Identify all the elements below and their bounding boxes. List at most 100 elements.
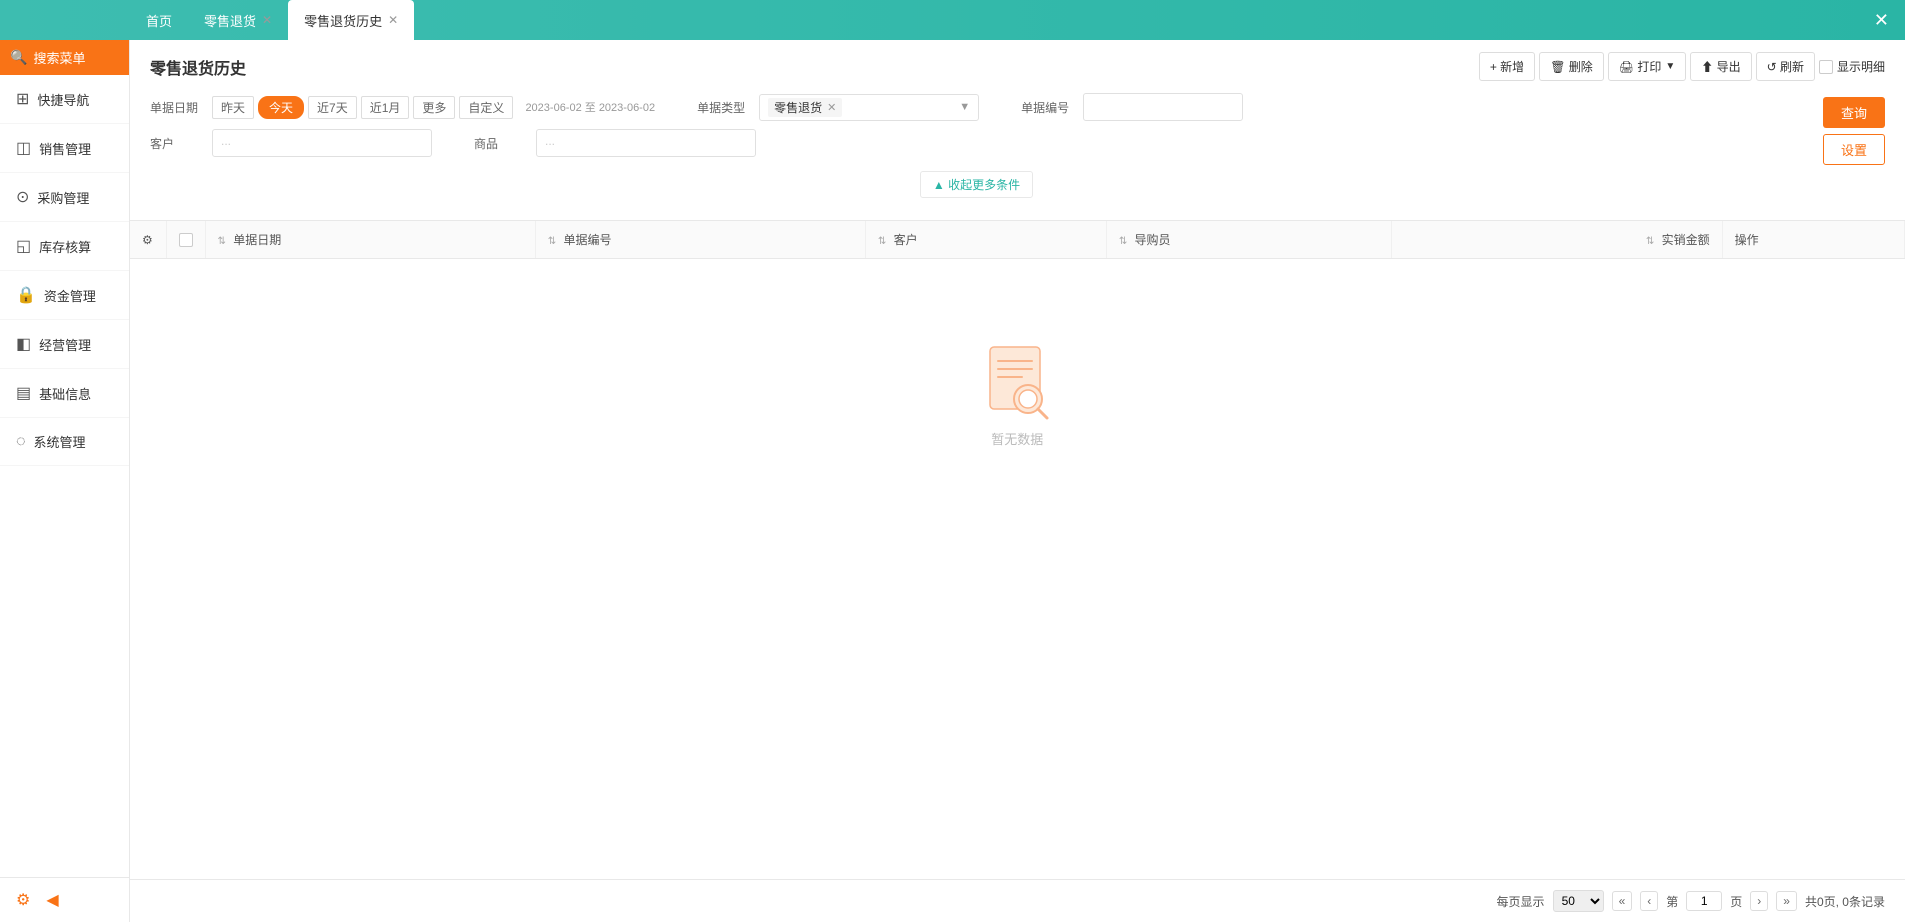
page-title: 零售退货历史 [150,55,246,79]
page-size-select[interactable]: 50 20 100 [1553,890,1604,912]
th-voucher[interactable]: ⇅ 单据编号 [535,221,865,259]
print-label: 🖨 打印 [1619,58,1662,75]
sidebar-item-sales-mgmt[interactable]: ◫ 销售管理 [0,124,129,173]
query-button[interactable]: 查询 [1823,97,1885,128]
settings-gear-icon[interactable]: ⚙ [16,890,30,910]
sidebar-item-purchase-mgmt[interactable]: ⊙ 采购管理 [0,173,129,222]
sidebar-item-label: 经营管理 [39,335,91,354]
date-7days[interactable]: 近7天 [308,96,357,119]
customer-sort-icon: ⇅ [878,236,886,247]
goods-input[interactable]: ... [536,129,756,157]
dropdown-arrow-icon: ▼ [1665,61,1675,72]
last-page-button[interactable]: » [1776,891,1797,911]
sidebar-item-inventory[interactable]: ◱ 库存核算 [0,222,129,271]
date-filters: 昨天 今天 近7天 近1月 更多 自定义 [212,96,513,119]
purchase-icon: ⊙ [16,187,29,207]
display-checkbox[interactable] [1819,60,1833,74]
filter-row-1: 单据日期 昨天 今天 近7天 近1月 更多 自定义 2023-06-02 至 2… [150,93,1803,121]
customer-input[interactable]: ... [212,129,432,157]
sidebar-bottom: ⚙ ◀ [0,877,129,922]
next-page-button[interactable]: › [1750,891,1768,911]
table-body: 暂无数据 [130,259,1905,529]
amount-sort-icon: ⇅ [1646,236,1654,247]
type-tag-remove[interactable]: ✕ [827,101,836,114]
tab-retail-return-close[interactable]: ✕ [262,13,272,27]
date-more[interactable]: 更多 [413,96,455,119]
export-button[interactable]: ⬆ 导出 [1690,52,1751,81]
th-date-label: 单据日期 [233,233,281,247]
sidebar-item-finance[interactable]: 🔒 资金管理 [0,271,129,320]
prev-page-button[interactable]: ‹ [1640,891,1658,911]
add-label: + 新增 [1490,58,1524,75]
select-all-checkbox[interactable] [179,233,193,247]
date-today[interactable]: 今天 [258,96,304,119]
collapse-button[interactable]: ▲ 收起更多条件 [920,171,1033,198]
sidebar-item-system-mgmt[interactable]: ◌ 系统管理 [0,418,129,466]
right-actions: 查询 设置 [1823,93,1885,165]
voucher-input[interactable] [1083,93,1243,121]
empty-state-cell: 暂无数据 [130,259,1905,529]
main-layout: 🔍 搜索菜单 ⊞ 快捷导航 ◫ 销售管理 ⊙ 采购管理 ◱ 库存核算 🔒 资金 [0,40,1905,922]
tab-retail-return[interactable]: 零售退货 ✕ [188,0,288,40]
add-button[interactable]: + 新增 [1479,52,1535,81]
date-custom[interactable]: 自定义 [459,96,513,119]
th-customer-label: 客户 [894,233,918,247]
first-page-button[interactable]: « [1612,891,1633,911]
search-icon: 🔍 [10,49,27,66]
th-customer[interactable]: ⇅ 客户 [865,221,1106,259]
print-button[interactable]: 🖨 打印 ▼ [1608,52,1686,81]
page-size-label: 每页显示 [1497,893,1545,910]
tab-retail-return-history-close[interactable]: ✕ [388,13,398,27]
finance-icon: 🔒 [16,285,36,305]
tab-home[interactable]: 首页 [130,0,188,40]
inventory-icon: ◱ [16,236,31,256]
tab-retail-return-history[interactable]: 零售退货历史 ✕ [288,0,414,40]
th-action-label: 操作 [1735,233,1759,247]
th-action: 操作 [1722,221,1904,259]
page-input[interactable] [1686,891,1722,911]
collapse-label: ▲ 收起更多条件 [933,176,1020,193]
sales-icon: ◫ [16,138,31,158]
table-settings-icon[interactable]: ⚙ [142,233,153,247]
sidebar-item-label: 库存核算 [39,237,91,256]
th-checkbox[interactable] [166,221,205,259]
refresh-button[interactable]: ↺ 刷新 [1756,52,1815,81]
sidebar-item-quick-nav[interactable]: ⊞ 快捷导航 [0,75,129,124]
display-toggle[interactable]: 显示明细 [1819,58,1885,75]
type-selector[interactable]: 零售退货 ✕ ▼ [759,94,979,121]
goods-label: 商品 [474,135,524,152]
date-yesterday[interactable]: 昨天 [212,96,254,119]
th-settings[interactable]: ⚙ [130,221,166,259]
type-dropdown-arrow: ▼ [959,101,970,113]
table-header-row: ⚙ ⇅ 单据日期 ⇅ 单据编号 [130,221,1905,259]
tab-retail-return-history-label: 零售退货历史 [304,11,382,30]
empty-state-icon [972,339,1062,429]
th-guide[interactable]: ⇅ 导购员 [1106,221,1392,259]
customer-label: 客户 [150,135,200,152]
setting-button[interactable]: 设置 [1823,134,1885,165]
app-close-button[interactable]: ✕ [1858,10,1905,31]
date-sort-icon: ⇅ [218,236,226,247]
sidebar-item-label: 采购管理 [37,188,89,207]
empty-text: 暂无数据 [991,429,1043,448]
voucher-label: 单据编号 [1021,99,1071,116]
goods-placeholder: ... [545,134,555,148]
toolbar: + 新增 🗑 删除 🖨 打印 ▼ ⬆ 导出 ↺ 刷新 [1479,52,1885,81]
table-container: ⚙ ⇅ 单据日期 ⇅ 单据编号 [130,221,1905,879]
th-amount[interactable]: ⇅ 实销金额 [1392,221,1722,259]
sound-icon[interactable]: ◀ [46,890,58,910]
search-menu-bar[interactable]: 🔍 搜索菜单 [0,40,129,75]
page-title-row: 零售退货历史 + 新增 🗑 删除 🖨 打印 ▼ ⬆ 导出 [150,52,1885,81]
customer-placeholder: ... [221,134,231,148]
display-label: 显示明细 [1837,58,1885,75]
sidebar-item-basic-info[interactable]: ▤ 基础信息 [0,369,129,418]
page-label: 第 [1666,893,1678,910]
th-date[interactable]: ⇅ 单据日期 [205,221,535,259]
sidebar-item-operations[interactable]: ◧ 经营管理 [0,320,129,369]
tab-retail-return-label: 零售退货 [204,11,256,30]
date-1month[interactable]: 近1月 [361,96,410,119]
system-icon: ◌ [16,433,26,451]
data-table: ⚙ ⇅ 单据日期 ⇅ 单据编号 [130,221,1905,528]
filter-row-2: 客户 ... 商品 ... [150,129,1803,157]
delete-button[interactable]: 🗑 删除 [1539,52,1604,81]
